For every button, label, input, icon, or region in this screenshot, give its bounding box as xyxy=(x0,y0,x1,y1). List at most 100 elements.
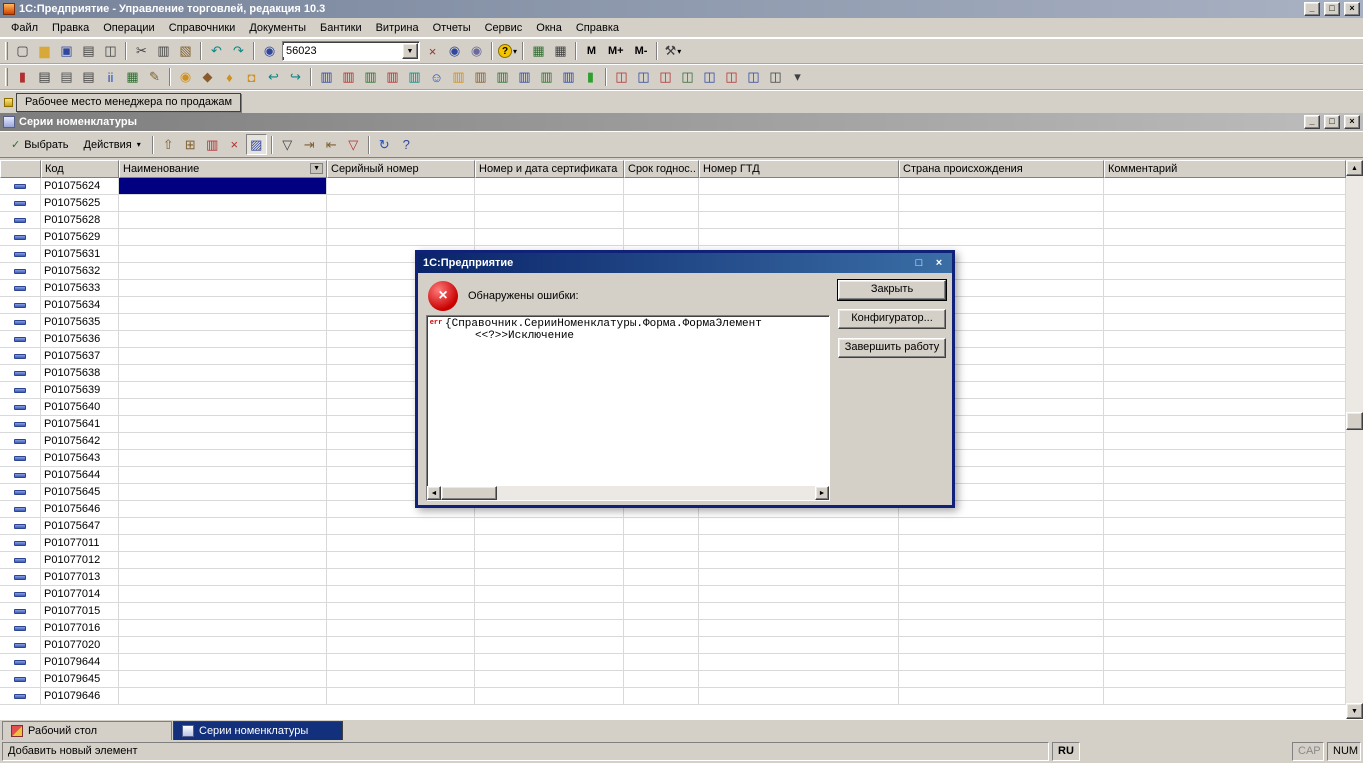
menu-item-4[interactable]: Справочники xyxy=(162,19,243,37)
column-header-marker[interactable] xyxy=(0,160,41,178)
memory-subtract-button[interactable]: М- xyxy=(630,41,653,62)
new-document-icon[interactable]: ▢ xyxy=(12,41,33,62)
find-next-icon[interactable]: ◉ xyxy=(444,41,465,62)
minimize-button[interactable]: _ xyxy=(1304,2,1320,16)
row-marker-cell[interactable] xyxy=(0,178,41,195)
menu-item-10[interactable]: Окна xyxy=(529,19,569,37)
help-smiley-icon[interactable]: ? ▾ xyxy=(497,41,518,62)
h-scrollbar-track[interactable] xyxy=(497,486,815,500)
tools-icon[interactable]: ⚒ ▾ xyxy=(662,41,683,62)
doc-unpost-icon[interactable]: ▥ xyxy=(382,67,403,88)
spreadsheet-icon[interactable]: ▦ xyxy=(122,67,143,88)
menu-item-9[interactable]: Сервис xyxy=(478,19,530,37)
child-restore-button[interactable]: □ xyxy=(1324,115,1340,129)
row-marker-cell[interactable] xyxy=(0,297,41,314)
table-row[interactable]: P01077011 xyxy=(0,535,1346,552)
menu-item-1[interactable]: Файл xyxy=(4,19,45,37)
info-pair-icon[interactable]: ii xyxy=(100,67,121,88)
print-list-icon[interactable]: ▤ xyxy=(56,67,77,88)
clear-filter-icon[interactable]: ▽ xyxy=(343,134,364,155)
actions-button[interactable]: Действия ▾ xyxy=(77,134,148,155)
copy-item-icon[interactable]: ▥ xyxy=(202,134,223,155)
undo-icon[interactable]: ↶ xyxy=(206,41,227,62)
table-row[interactable]: P01079645 xyxy=(0,671,1346,688)
doc-tree-icon[interactable]: ▥ xyxy=(470,67,491,88)
row-marker-cell[interactable] xyxy=(0,195,41,212)
menu-item-3[interactable]: Операции xyxy=(96,19,161,37)
row-marker-cell[interactable] xyxy=(0,246,41,263)
exchange-settings-icon[interactable]: ◫ xyxy=(765,67,786,88)
menu-item-5[interactable]: Документы xyxy=(242,19,313,37)
sort-dropdown-icon[interactable]: ▼ xyxy=(310,163,323,174)
scroll-left-icon[interactable]: ◄ xyxy=(427,486,441,500)
select-button[interactable]: ✓ Выбрать xyxy=(4,134,76,155)
child-close-button[interactable]: × xyxy=(1344,115,1360,129)
find-prev-icon[interactable]: ◉ xyxy=(466,41,487,62)
print-icon[interactable]: ▤ xyxy=(78,41,99,62)
table-grid-icon[interactable]: ▦ xyxy=(528,41,549,62)
hierarchy-tree-icon[interactable]: ⊞ xyxy=(180,134,201,155)
row-marker-cell[interactable] xyxy=(0,620,41,637)
collapse-levels-icon[interactable]: ⇤ xyxy=(321,134,342,155)
row-marker-cell[interactable] xyxy=(0,637,41,654)
menu-item-7[interactable]: Витрина xyxy=(369,19,426,37)
column-header-3[interactable]: Серийный номер xyxy=(327,160,475,178)
doc-check-icon[interactable]: ▥ xyxy=(536,67,557,88)
edit-pencil-icon[interactable]: ✎ xyxy=(144,67,165,88)
money-icon[interactable]: ◉ xyxy=(175,67,196,88)
dialog-button-1[interactable]: Закрыть xyxy=(838,280,946,300)
doc-copy-icon[interactable]: ▥ xyxy=(404,67,425,88)
save-icon[interactable]: ▣ xyxy=(56,41,77,62)
table-row[interactable]: P01077014 xyxy=(0,586,1346,603)
hierarchy-up-icon[interactable]: ⇧ xyxy=(158,134,179,155)
clear-search-icon[interactable]: × xyxy=(422,41,443,62)
row-marker-cell[interactable] xyxy=(0,382,41,399)
row-marker-cell[interactable] xyxy=(0,586,41,603)
sales-manager-workspace-label[interactable]: Рабочее место менеджера по продажам xyxy=(16,92,242,112)
exchange-plan-icon[interactable]: ◫ xyxy=(699,67,720,88)
battery-icon[interactable]: ▮ xyxy=(580,67,601,88)
refresh-icon[interactable]: ↻ xyxy=(374,134,395,155)
table-row[interactable]: P01075629 xyxy=(0,229,1346,246)
column-header-2[interactable]: Наименование ▼ xyxy=(119,160,327,178)
row-marker-cell[interactable] xyxy=(0,433,41,450)
column-header-1[interactable]: Код xyxy=(41,160,119,178)
search-input[interactable] xyxy=(283,45,402,57)
row-marker-cell[interactable] xyxy=(0,212,41,229)
bell-icon[interactable]: ♦ xyxy=(219,67,240,88)
delete-mark-icon[interactable]: × xyxy=(224,134,245,155)
table-row[interactable]: P01079644 xyxy=(0,654,1346,671)
table-row[interactable]: P01075625 xyxy=(0,195,1346,212)
menu-item-8[interactable]: Отчеты xyxy=(426,19,478,37)
hook-redo-icon[interactable]: ↪ xyxy=(285,67,306,88)
scrollbar-thumb[interactable] xyxy=(1346,412,1363,430)
child-minimize-button[interactable]: _ xyxy=(1304,115,1320,129)
doc-add-icon[interactable]: ▥ xyxy=(514,67,535,88)
menu-item-11[interactable]: Справка xyxy=(569,19,626,37)
exchange-in-icon[interactable]: ◫ xyxy=(611,67,632,88)
row-marker-cell[interactable] xyxy=(0,450,41,467)
memory-add-button[interactable]: М+ xyxy=(603,41,629,62)
table-row[interactable]: P01077013 xyxy=(0,569,1346,586)
find-icon[interactable]: ◉ xyxy=(259,41,280,62)
dialog-button-2[interactable]: Конфигуратор... xyxy=(838,309,946,329)
search-combo[interactable]: ▼ xyxy=(282,41,420,61)
column-header-4[interactable]: Номер и дата сертификата xyxy=(475,160,624,178)
h-scrollbar-thumb[interactable] xyxy=(441,486,497,500)
doc-flag-icon[interactable]: ▥ xyxy=(492,67,513,88)
window-tab-1[interactable]: Рабочий стол xyxy=(2,721,172,740)
scroll-up-icon[interactable]: ▲ xyxy=(1346,160,1363,176)
redo-icon[interactable]: ↷ xyxy=(228,41,249,62)
table-row[interactable]: P01075647 xyxy=(0,518,1346,535)
copy-icon[interactable]: ▥ xyxy=(153,41,174,62)
row-marker-cell[interactable] xyxy=(0,654,41,671)
memory-store-button[interactable]: М xyxy=(581,41,602,62)
row-marker-cell[interactable] xyxy=(0,535,41,552)
doc-structure-icon[interactable]: ▥ xyxy=(448,67,469,88)
row-marker-cell[interactable] xyxy=(0,501,41,518)
doc-post-icon[interactable]: ▥ xyxy=(360,67,381,88)
toolbar-grip[interactable] xyxy=(5,68,8,86)
exchange-ok-icon[interactable]: ◫ xyxy=(677,67,698,88)
combo-dropdown-icon[interactable]: ▼ xyxy=(402,43,418,59)
dialog-button-3[interactable]: Завершить работу xyxy=(838,338,946,358)
